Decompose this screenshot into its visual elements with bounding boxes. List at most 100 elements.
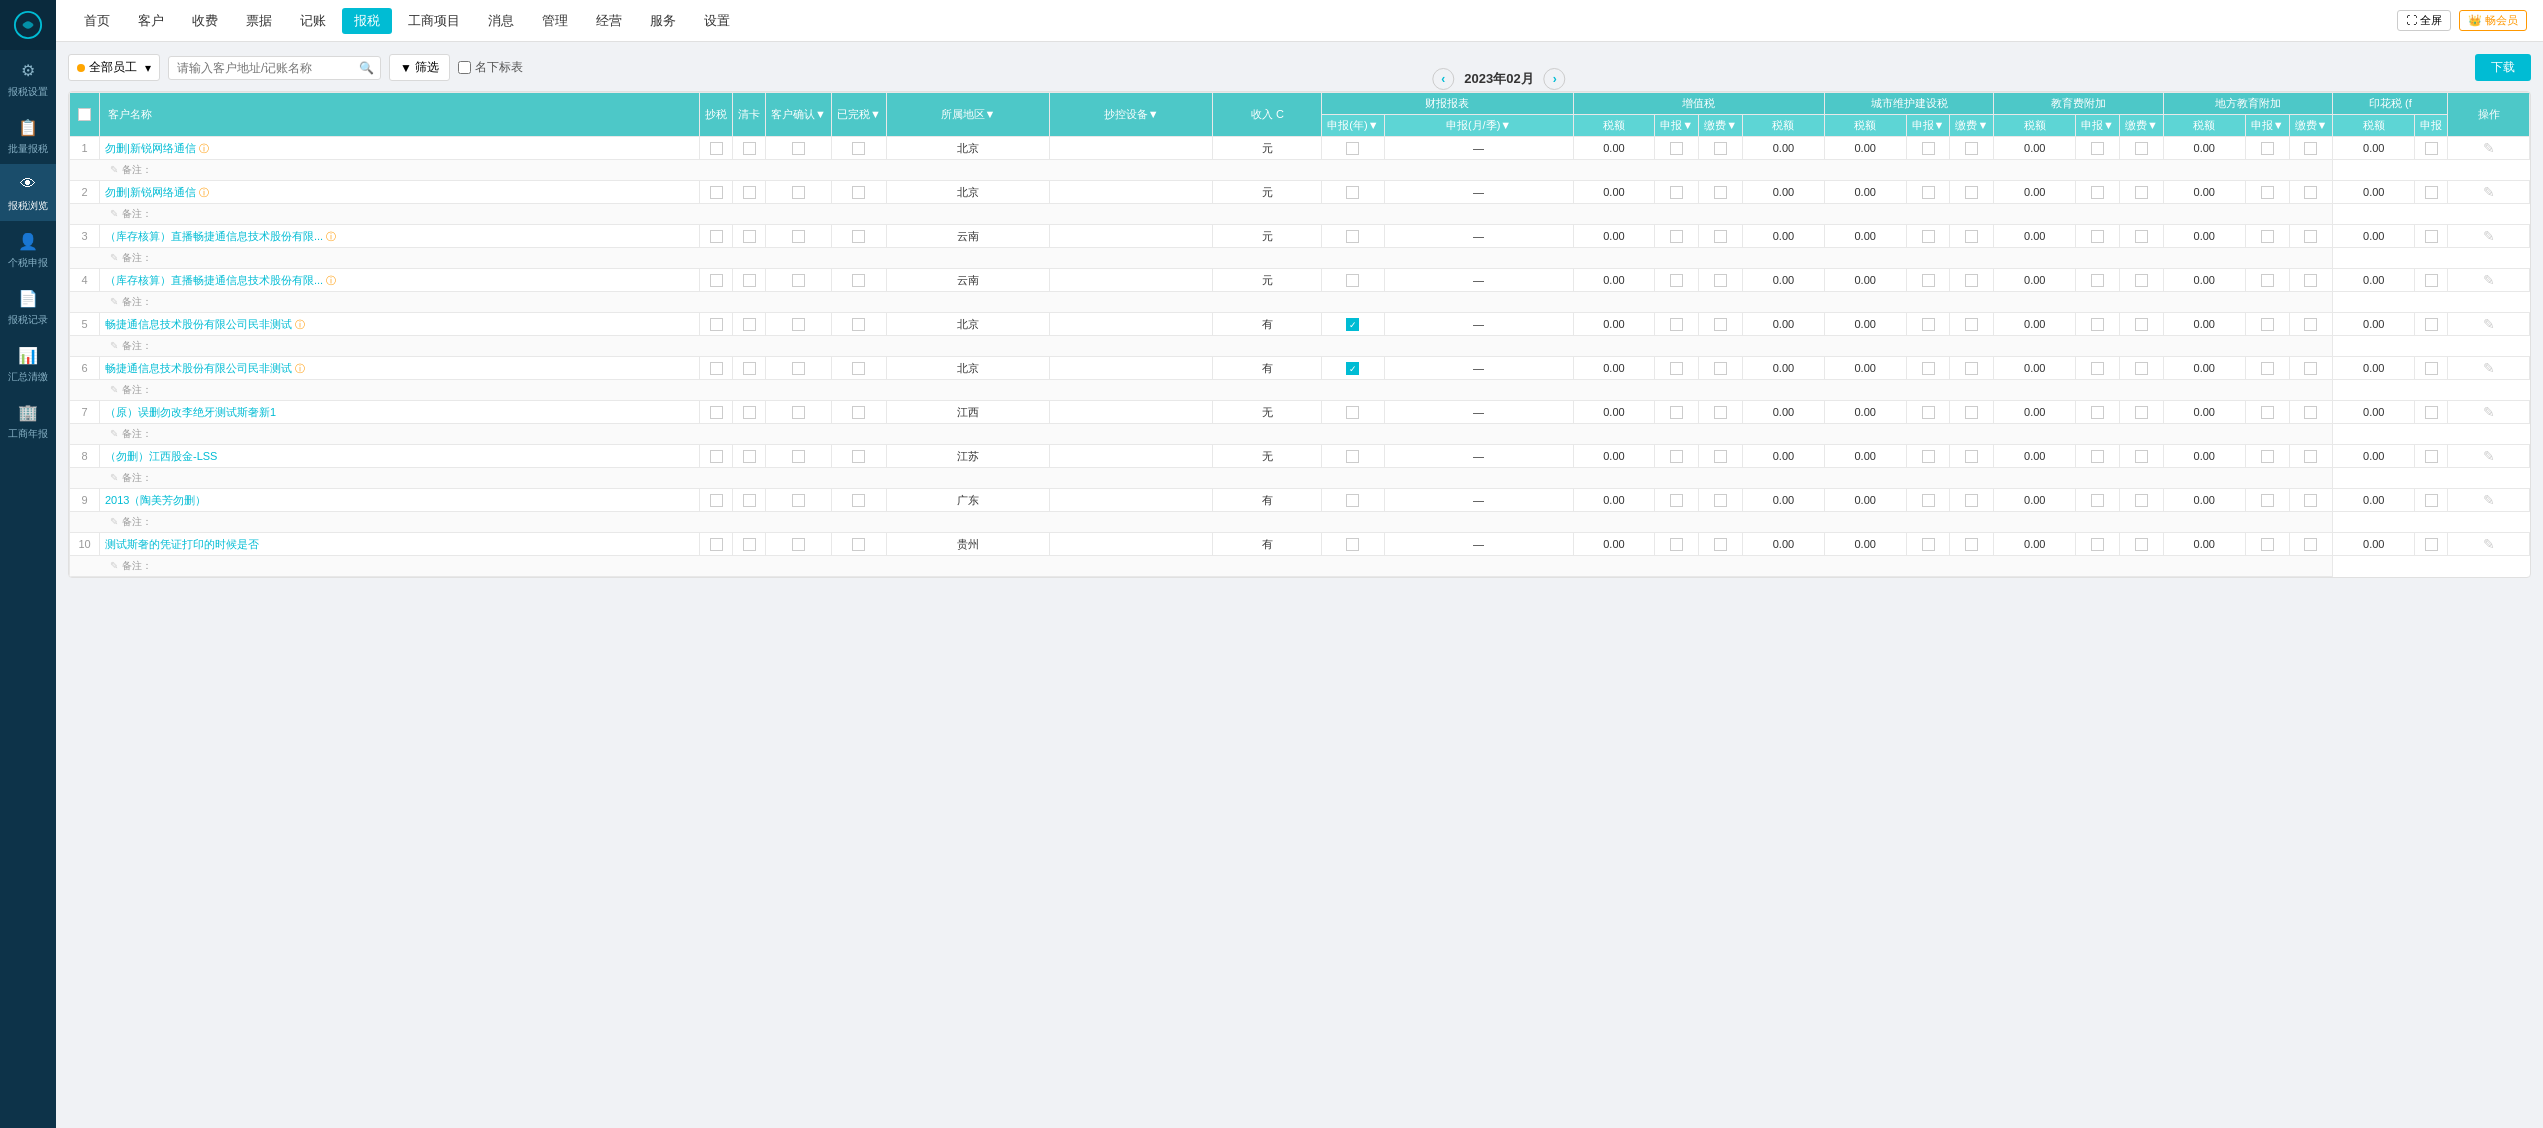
row-checkbox[interactable] (1670, 450, 1683, 463)
row-checkbox[interactable] (1965, 230, 1978, 243)
nav-management[interactable]: 管理 (530, 8, 580, 34)
row-checkbox[interactable] (710, 142, 723, 155)
row-checkbox[interactable] (710, 186, 723, 199)
row-checkbox[interactable] (2091, 450, 2104, 463)
row-checkbox[interactable] (2425, 406, 2438, 419)
row-checkbox[interactable] (1346, 142, 1359, 155)
row-checkbox[interactable] (1922, 450, 1935, 463)
row-checkbox[interactable] (792, 494, 805, 507)
edit-icon[interactable]: ✎ (2483, 360, 2495, 376)
search-input[interactable] (175, 59, 355, 77)
row-checkbox[interactable] (1922, 142, 1935, 155)
row-checkbox[interactable] (1714, 406, 1727, 419)
nav-industry[interactable]: 工商项目 (396, 8, 472, 34)
row-checkbox[interactable] (852, 142, 865, 155)
filter-button[interactable]: ▼ 筛选 (389, 54, 450, 81)
row-checkbox[interactable] (2425, 186, 2438, 199)
row-checkbox[interactable] (1346, 406, 1359, 419)
row-checkbox[interactable] (792, 230, 805, 243)
row-checkbox[interactable] (2304, 318, 2317, 331)
row-checkbox[interactable] (2135, 230, 2148, 243)
search-box[interactable]: 🔍 (168, 56, 381, 80)
action-cell[interactable]: ✎ (2448, 357, 2530, 380)
row-checkbox[interactable] (2304, 406, 2317, 419)
nav-operation[interactable]: 经营 (584, 8, 634, 34)
row-checkbox[interactable] (852, 230, 865, 243)
fullscreen-button[interactable]: ⛶ 全屏 (2397, 10, 2451, 31)
row-checkbox[interactable] (2425, 538, 2438, 551)
row-checkbox[interactable] (1346, 186, 1359, 199)
employee-filter[interactable]: 全部员工 ▾ (68, 54, 160, 81)
nav-invoice[interactable]: 票据 (234, 8, 284, 34)
row-checkbox[interactable] (710, 318, 723, 331)
row-checkbox[interactable] (1714, 318, 1727, 331)
row-checkbox[interactable] (792, 274, 805, 287)
row-checkbox[interactable] (852, 538, 865, 551)
row-checkbox[interactable] (743, 230, 756, 243)
nav-tax[interactable]: 报税 (342, 8, 392, 34)
row-checkbox[interactable] (1965, 362, 1978, 375)
row-checkbox[interactable] (792, 362, 805, 375)
nav-home[interactable]: 首页 (72, 8, 122, 34)
row-checkbox[interactable] (1965, 186, 1978, 199)
row-checkbox[interactable] (1714, 450, 1727, 463)
nav-service[interactable]: 服务 (638, 8, 688, 34)
row-checkbox[interactable] (2135, 142, 2148, 155)
row-checkbox[interactable] (2261, 538, 2274, 551)
row-checkbox[interactable] (1346, 274, 1359, 287)
row-checkbox[interactable] (1922, 186, 1935, 199)
row-checkbox[interactable] (2261, 318, 2274, 331)
edit-icon[interactable]: ✎ (2483, 448, 2495, 464)
row-checkbox[interactable] (2261, 142, 2274, 155)
row-checkbox[interactable] (1670, 142, 1683, 155)
row-checkbox[interactable] (1346, 318, 1359, 331)
row-checkbox[interactable] (743, 406, 756, 419)
row-checkbox[interactable] (2091, 186, 2104, 199)
row-checkbox[interactable] (2135, 494, 2148, 507)
sidebar-item-gongshang[interactable]: 🏢 工商年报 (0, 392, 56, 449)
row-checkbox[interactable] (2304, 186, 2317, 199)
row-checkbox[interactable] (2091, 318, 2104, 331)
row-checkbox[interactable] (2091, 538, 2104, 551)
row-checkbox[interactable] (1670, 538, 1683, 551)
row-checkbox[interactable] (852, 450, 865, 463)
row-checkbox[interactable] (2091, 362, 2104, 375)
row-checkbox[interactable] (1965, 538, 1978, 551)
row-checkbox[interactable] (743, 362, 756, 375)
row-checkbox[interactable] (792, 186, 805, 199)
row-checkbox[interactable] (1714, 142, 1727, 155)
row-checkbox[interactable] (1922, 538, 1935, 551)
row-checkbox[interactable] (743, 450, 756, 463)
row-checkbox[interactable] (1346, 538, 1359, 551)
row-checkbox[interactable] (743, 274, 756, 287)
action-cell[interactable]: ✎ (2448, 313, 2530, 336)
row-checkbox[interactable] (2425, 318, 2438, 331)
edit-icon[interactable]: ✎ (2483, 536, 2495, 552)
row-checkbox[interactable] (710, 450, 723, 463)
nav-message[interactable]: 消息 (476, 8, 526, 34)
row-checkbox[interactable] (792, 538, 805, 551)
next-month-button[interactable]: › (1544, 68, 1566, 90)
action-cell[interactable]: ✎ (2448, 269, 2530, 292)
row-checkbox[interactable] (1714, 362, 1727, 375)
row-checkbox[interactable] (792, 318, 805, 331)
row-checkbox[interactable] (2261, 494, 2274, 507)
action-cell[interactable]: ✎ (2448, 401, 2530, 424)
row-checkbox[interactable] (852, 362, 865, 375)
edit-icon[interactable]: ✎ (2483, 492, 2495, 508)
row-checkbox[interactable] (2425, 230, 2438, 243)
row-checkbox[interactable] (1714, 186, 1727, 199)
row-checkbox[interactable] (1965, 318, 1978, 331)
row-checkbox[interactable] (792, 406, 805, 419)
row-checkbox[interactable] (1714, 494, 1727, 507)
row-checkbox[interactable] (792, 142, 805, 155)
row-checkbox[interactable] (710, 362, 723, 375)
sidebar-item-piliang-bao[interactable]: 📋 批量报税 (0, 107, 56, 164)
row-checkbox[interactable] (710, 538, 723, 551)
row-checkbox[interactable] (1965, 494, 1978, 507)
action-cell[interactable]: ✎ (2448, 489, 2530, 512)
row-checkbox[interactable] (852, 186, 865, 199)
row-checkbox[interactable] (2261, 230, 2274, 243)
row-checkbox[interactable] (852, 494, 865, 507)
row-checkbox[interactable] (2261, 274, 2274, 287)
